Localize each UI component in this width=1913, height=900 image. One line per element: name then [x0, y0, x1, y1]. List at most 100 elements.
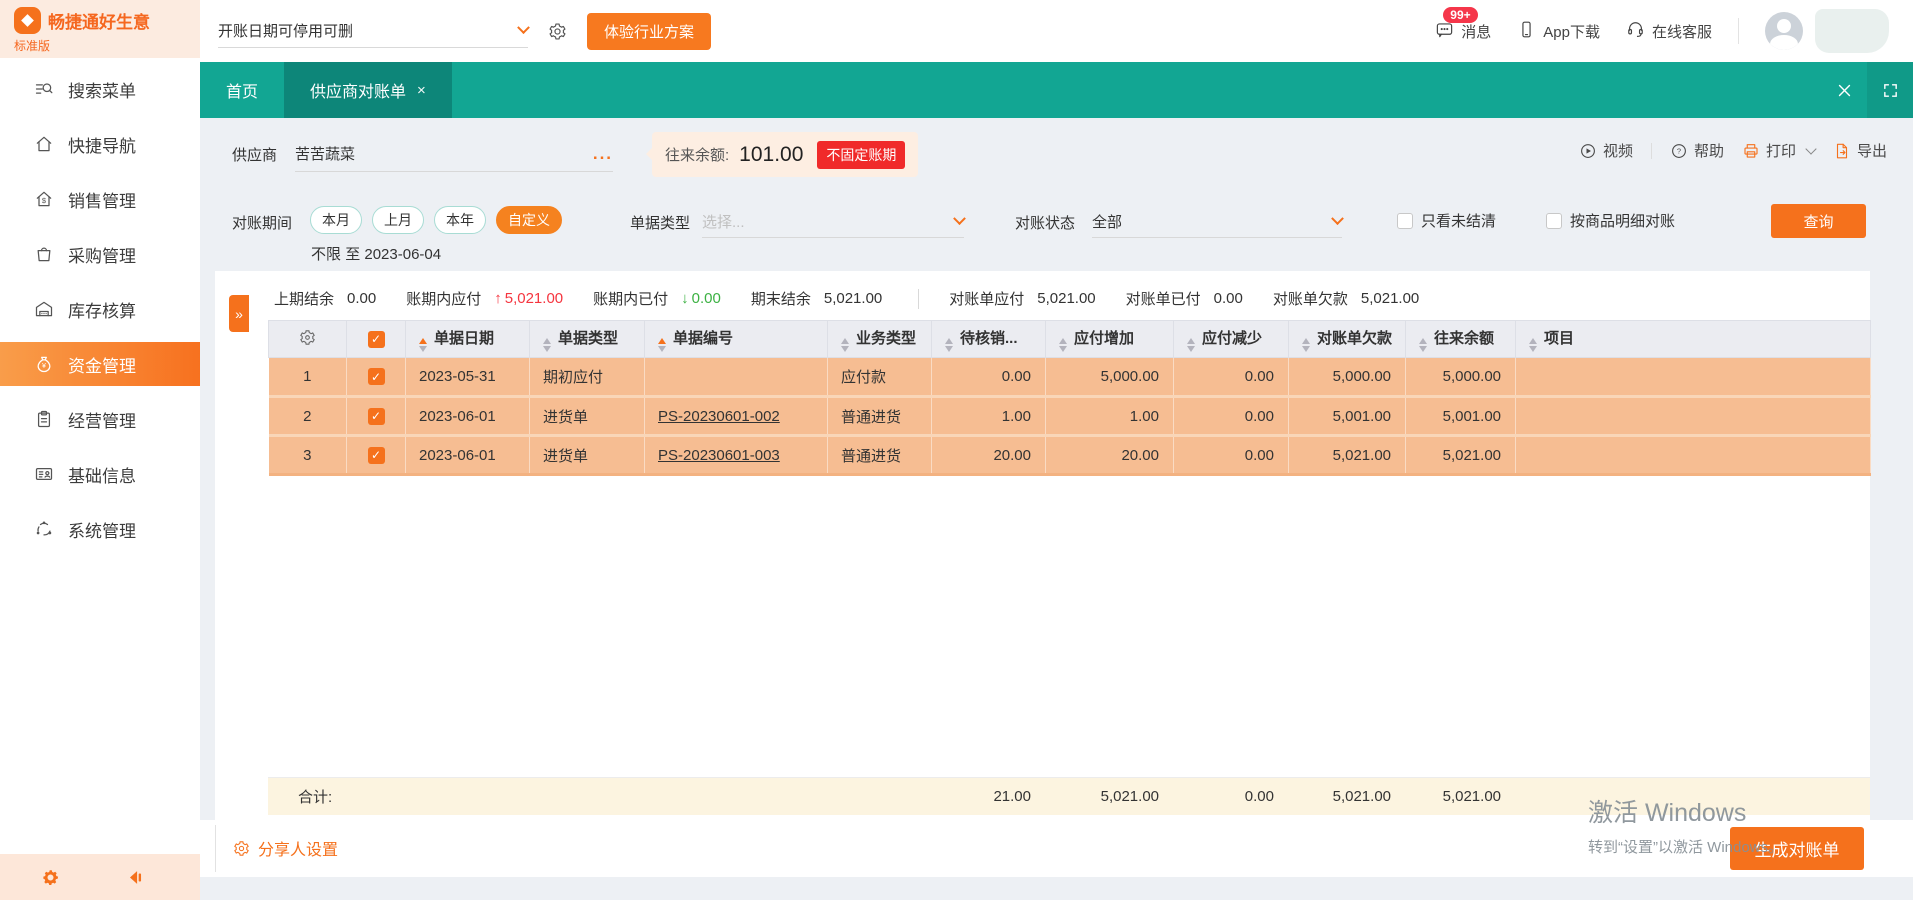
cell-decrease: 0.00	[1173, 396, 1289, 437]
cell-owed: 5,000.00	[1288, 357, 1406, 398]
table-row[interactable]: 2 ✓ 2023-06-01 进货单 PS-20230601-002 普通进货 1.00 1.…	[268, 396, 1871, 437]
sidebar-item-funds-management[interactable]: ¥ 资金管理	[0, 342, 200, 386]
settings-gear-icon[interactable]	[548, 22, 567, 41]
column-header-increase[interactable]: 应付增加	[1045, 320, 1174, 358]
sort-arrows-icon[interactable]	[1187, 337, 1195, 352]
status-select[interactable]: 全部	[1092, 206, 1344, 238]
doc-number-link[interactable]: PS-20230601-003	[658, 447, 780, 464]
total-label: 合计:	[268, 777, 529, 815]
sidebar-item-search-menu[interactable]: 搜索菜单	[0, 67, 200, 111]
summary-label: 对账单欠款	[1272, 291, 1348, 308]
cell-increase: 1.00	[1045, 396, 1174, 437]
help-button[interactable]: ? 帮助	[1670, 140, 1724, 161]
try-industry-solution-button[interactable]: 体验行业方案	[587, 12, 712, 50]
column-header-owed[interactable]: 对账单欠款	[1288, 320, 1406, 358]
doc-number-link[interactable]: PS-20230601-002	[658, 408, 780, 425]
arrow-up-icon: ↑	[494, 290, 502, 307]
fullscreen-icon[interactable]	[1867, 62, 1913, 118]
chevron-down-icon[interactable]	[1805, 142, 1817, 155]
close-all-tabs-icon[interactable]	[1821, 62, 1867, 118]
tab-home[interactable]: 首页	[200, 62, 284, 118]
query-button[interactable]: 查询	[1771, 204, 1866, 238]
sort-arrows-icon[interactable]	[1302, 337, 1310, 352]
column-header-doc_type[interactable]: 单据类型	[529, 320, 645, 358]
row-index: 3	[268, 435, 347, 476]
messages-button[interactable]: 99+ 消息	[1435, 6, 1491, 43]
sort-arrows-icon[interactable]	[419, 337, 427, 352]
sidebar-item-inventory-accounting[interactable]: 库存核算	[0, 287, 200, 331]
period-pill[interactable]: 自定义	[496, 206, 562, 234]
summary-value: 5,021.00	[1037, 290, 1096, 307]
sidebar-item-basic-info[interactable]: 基础信息	[0, 452, 200, 496]
summary-label: 对账单应付	[949, 291, 1025, 308]
column-label: 应付增加	[1074, 329, 1135, 347]
sort-arrows-icon[interactable]	[543, 337, 551, 352]
cell-pending: 20.00	[931, 435, 1046, 476]
sort-arrows-icon[interactable]	[1059, 337, 1067, 352]
table-row[interactable]: 1 ✓ 2023-05-31 期初应付 应付款 0.00 5,000.00 0.00 5,000…	[268, 357, 1871, 398]
printer-icon	[1742, 142, 1760, 160]
period-pill[interactable]: 本年	[434, 206, 486, 234]
date-range-field[interactable]: 不限 至 2023-06-04	[311, 243, 441, 264]
select-all-checkbox[interactable]: ✓	[346, 320, 406, 358]
sidebar-item-operations-management[interactable]: 经营管理	[0, 397, 200, 441]
video-button[interactable]: 视频	[1579, 140, 1633, 161]
sort-arrows-icon[interactable]	[945, 337, 953, 352]
sort-arrows-icon[interactable]	[658, 337, 666, 352]
bottom-bar-divider	[215, 825, 216, 872]
online-service-button[interactable]: 在线客服	[1626, 20, 1712, 43]
doc-type-select[interactable]: 选择...	[702, 206, 966, 238]
supplier-select-field[interactable]: 苦苦蔬菜 ...	[295, 136, 614, 172]
print-button[interactable]: 打印	[1742, 140, 1817, 161]
sort-arrows-icon[interactable]	[841, 337, 849, 352]
sidebar-item-quick-nav[interactable]: 快捷导航	[0, 122, 200, 166]
total-balance: 5,021.00	[1405, 777, 1515, 815]
tab-supplier-statement[interactable]: 供应商对账单 ×	[284, 62, 452, 118]
total-pending: 21.00	[931, 777, 1045, 815]
sidebar-menu: 搜索菜单快捷导航 $ 销售管理采购管理库存核算 ¥ 资金管理经营管理基础信息系统管理	[0, 67, 200, 562]
column-header-decrease[interactable]: 应付减少	[1173, 320, 1289, 358]
period-label: 对账期间	[232, 215, 293, 232]
question-circle-icon: ?	[1670, 142, 1688, 160]
share-settings-button[interactable]: 分享人设置	[233, 836, 338, 860]
more-suppliers-ellipsis-icon[interactable]: ...	[593, 144, 613, 164]
generate-statement-button[interactable]: 生成对账单	[1730, 827, 1864, 870]
sidebar-item-system-management[interactable]: 系统管理	[0, 507, 200, 551]
column-header-pending[interactable]: 待核销...	[931, 320, 1046, 358]
by-product-detail-checkbox[interactable]: 按商品明细对账	[1546, 210, 1675, 231]
export-button[interactable]: 导出	[1833, 140, 1887, 161]
row-checkbox[interactable]: ✓	[346, 396, 406, 437]
sidebar-item-label: 销售管理	[68, 191, 136, 211]
sort-arrows-icon[interactable]	[1529, 337, 1537, 352]
user-avatar[interactable]	[1765, 12, 1803, 50]
bottom-bar: 分享人设置 生成对账单	[200, 820, 1913, 877]
close-icon[interactable]: ×	[417, 82, 426, 99]
period-pill[interactable]: 本月	[310, 206, 362, 234]
expand-panel-handle[interactable]: »	[229, 295, 249, 332]
column-header-balance[interactable]: 往来余额	[1405, 320, 1516, 358]
summary-value: ↓ 0.00	[681, 290, 721, 307]
doc-type-placeholder: 选择...	[702, 214, 745, 231]
sort-arrows-icon[interactable]	[1419, 337, 1427, 352]
unsettled-only-checkbox[interactable]: 只看未结清	[1397, 210, 1496, 231]
cell-biz_type: 应付款	[827, 357, 932, 398]
column-header-date[interactable]: 单据日期	[405, 320, 530, 358]
account-set-select[interactable]: 开账日期可停用可删	[218, 14, 530, 48]
period-pill[interactable]: 上月	[372, 206, 424, 234]
column-header-biz_type[interactable]: 业务类型	[827, 320, 932, 358]
row-checkbox[interactable]: ✓	[346, 357, 406, 398]
column-header-project[interactable]: 项目	[1515, 320, 1871, 358]
table-row[interactable]: 3 ✓ 2023-06-01 进货单 PS-20230601-003 普通进货 20.00 2…	[268, 435, 1871, 476]
app-download-button[interactable]: App下载	[1517, 20, 1600, 43]
collapse-sidebar-icon[interactable]	[126, 868, 145, 887]
column-settings-header[interactable]	[268, 320, 347, 358]
sidebar-item-label: 搜索菜单	[68, 81, 136, 101]
summary-value: 5,021.00	[823, 290, 883, 307]
sidebar-item-purchase-management[interactable]: 采购管理	[0, 232, 200, 276]
sidebar-item-sales-management[interactable]: $ 销售管理	[0, 177, 200, 221]
row-checkbox[interactable]: ✓	[346, 435, 406, 476]
checkbox-checked-icon: ✓	[367, 330, 385, 348]
sidebar-settings-gear-icon[interactable]	[41, 868, 60, 887]
total-decrease: 0.00	[1173, 777, 1288, 815]
column-header-doc_no[interactable]: 单据编号	[644, 320, 828, 358]
